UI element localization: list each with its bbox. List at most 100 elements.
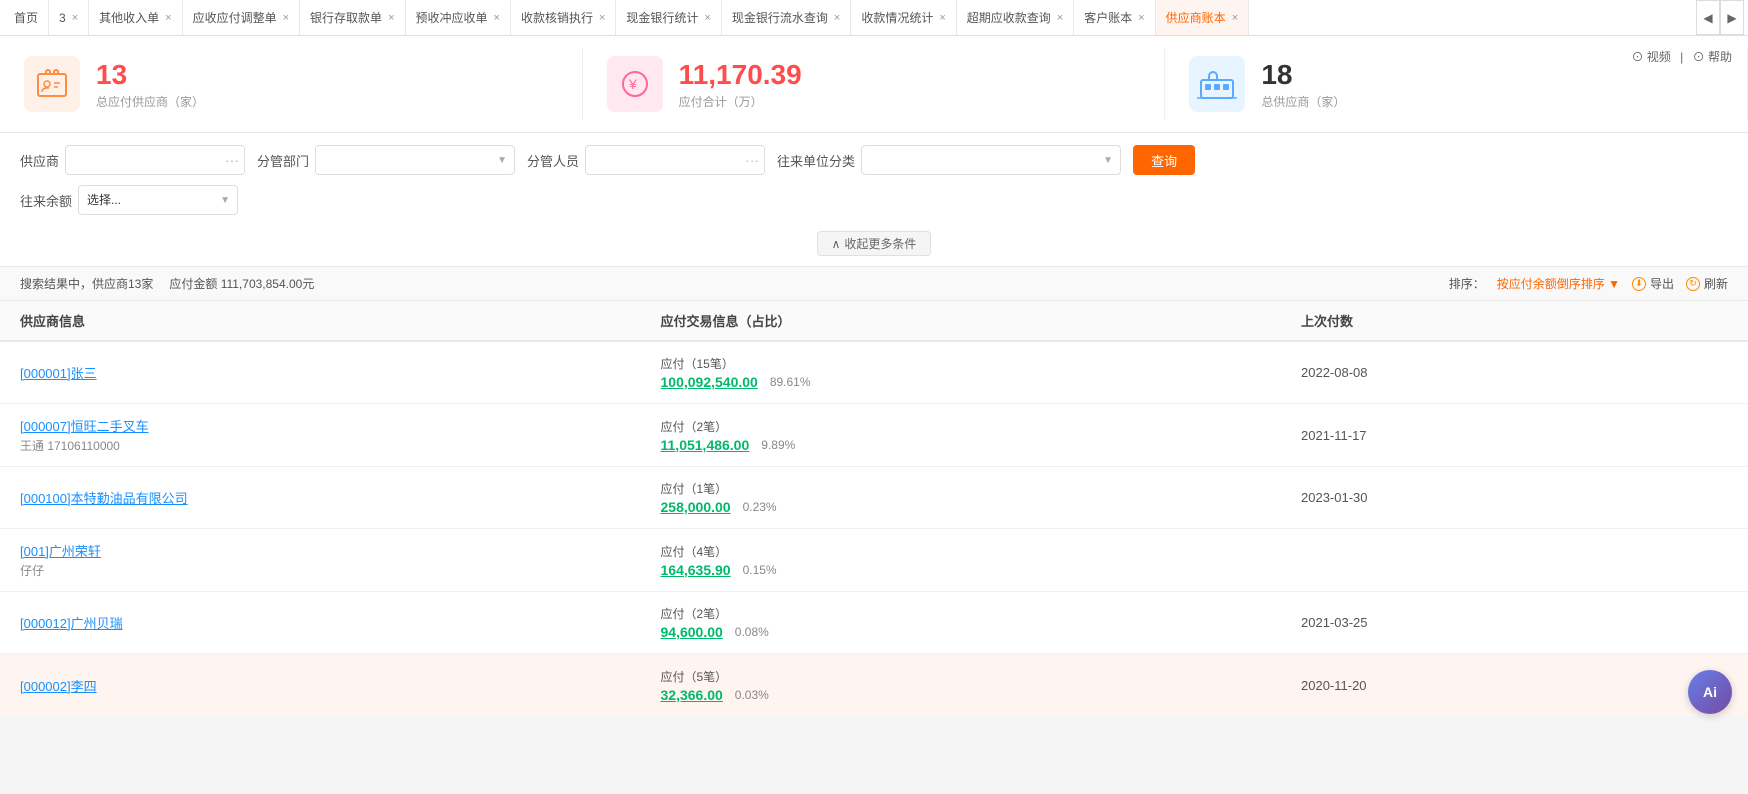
dept-select[interactable]: [315, 145, 515, 175]
tx-label: 应付（5笔）: [661, 668, 1302, 685]
nav-tab-collection[interactable]: 收款核销执行 ×: [511, 0, 616, 35]
balance-select[interactable]: 选择...: [78, 185, 238, 215]
close-icon[interactable]: ×: [1232, 12, 1238, 24]
close-icon[interactable]: ×: [1057, 12, 1063, 24]
export-label: 导出: [1650, 275, 1674, 292]
suppliers-value: 18: [1261, 58, 1345, 92]
table-row: [000100]本特勤油品有限公司 应付（1笔） 258,000.00 0.23…: [0, 467, 1748, 529]
results-actions: 排序： 按应付余额倒序排序 ▼ ⬇ 导出 ↻ 刷新: [1449, 275, 1728, 292]
close-icon[interactable]: ×: [283, 12, 289, 24]
close-icon[interactable]: ×: [834, 12, 840, 24]
close-icon[interactable]: ×: [165, 12, 171, 24]
nav-tab-ar-ap-adjust[interactable]: 应收应付调整单 ×: [183, 0, 300, 35]
tx-row: 164,635.90 0.15%: [661, 562, 1302, 578]
video-link[interactable]: 视频: [1647, 50, 1671, 64]
nav-next-arrow[interactable]: ▶: [1720, 0, 1744, 35]
nav-tab-other-income[interactable]: 其他收入单 ×: [89, 0, 182, 35]
tx-label: 应付（1笔）: [661, 480, 1302, 497]
close-icon[interactable]: ×: [704, 12, 710, 24]
close-icon[interactable]: ×: [388, 12, 394, 24]
refresh-button[interactable]: ↻ 刷新: [1686, 275, 1728, 292]
nav-tab-prepay[interactable]: 预收冲应收单 ×: [406, 0, 511, 35]
transaction-info-cell: 应付（15笔） 100,092,540.00 89.61%: [661, 355, 1302, 390]
filter-section: 供应商 ··· 分管部门 ▼ 分管人员 ··· 往来单位分类: [0, 133, 1748, 267]
results-summary: 搜索结果中，供应商13家 应付金额 111,703,854.00元: [20, 275, 314, 292]
tx-amount[interactable]: 164,635.90: [661, 562, 731, 578]
category-label: 往来单位分类: [777, 151, 855, 170]
svg-text:¥: ¥: [628, 76, 637, 92]
close-icon[interactable]: ×: [1138, 12, 1144, 24]
tx-amount[interactable]: 100,092,540.00: [661, 374, 758, 390]
transaction-info-cell: 应付（2笔） 94,600.00 0.08%: [661, 605, 1302, 640]
last-pay-cell: 2020-11-20: [1301, 678, 1728, 693]
tx-amount[interactable]: 94,600.00: [661, 624, 723, 640]
nav-tab-cash-flow-label: 现金银行流水查询: [732, 9, 828, 26]
chevron-down-icon: ▼: [1608, 277, 1620, 291]
nav-tab-cash-flow[interactable]: 现金银行流水查询 ×: [722, 0, 851, 35]
sort-value: 按应付余额倒序排序: [1497, 277, 1605, 291]
supplier-link[interactable]: [000012]广州贝瑞: [20, 613, 661, 632]
suppliers-label: 总供应商（家）: [1261, 93, 1345, 110]
nav-tab-payment-stats[interactable]: 收款情况统计 ×: [851, 0, 956, 35]
export-button[interactable]: ⬇ 导出: [1632, 275, 1674, 292]
total-value: 11,170.39: [679, 58, 802, 92]
filter-row-2: 往来余额 选择... ▼: [20, 185, 1728, 215]
close-icon[interactable]: ×: [494, 12, 500, 24]
supplier-link[interactable]: [001]广州荣轩: [20, 541, 661, 560]
top-navigation: 首页 3 × 其他收入单 × 应收应付调整单 × 银行存取款单 × 预收冲应收单…: [0, 0, 1748, 36]
tx-label: 应付（15笔）: [661, 355, 1302, 372]
tx-amount[interactable]: 11,051,486.00: [661, 437, 750, 453]
category-select[interactable]: [861, 145, 1121, 175]
results-amount-text: 应付金额 111,703,854.00元: [169, 275, 314, 292]
nav-tab-supplier-ledger[interactable]: 供应商账本 ×: [1156, 0, 1249, 35]
supplier-input[interactable]: [65, 145, 245, 175]
supplier-info-cell: [000012]广州贝瑞: [20, 613, 661, 632]
nav-tab-bank-deposit[interactable]: 银行存取款单 ×: [300, 0, 405, 35]
nav-prev-arrow[interactable]: ◀: [1696, 0, 1720, 35]
nav-tab-overdue[interactable]: 超期应收款查询 ×: [957, 0, 1074, 35]
tx-amount[interactable]: 32,366.00: [661, 687, 723, 703]
supplier-sub: 王通 17106110000: [20, 437, 661, 454]
person-filter-item: 分管人员 ···: [527, 145, 765, 175]
summary-text-payable: 13 总应付供应商（家）: [96, 58, 204, 111]
supplier-link[interactable]: [000007]恒旺二手叉车: [20, 416, 661, 435]
table-row: [000012]广州贝瑞 应付（2笔） 94,600.00 0.08% 2021…: [0, 592, 1748, 654]
total-suppliers-icon: [1189, 56, 1245, 112]
query-button[interactable]: 查询: [1133, 145, 1195, 175]
nav-tab-customer-ledger[interactable]: 客户账本 ×: [1074, 0, 1155, 35]
table-body: [000001]张三 应付（15笔） 100,092,540.00 89.61%…: [0, 342, 1748, 716]
nav-tab-3[interactable]: 3 ×: [49, 0, 89, 35]
supplier-link[interactable]: [000002]李四: [20, 676, 661, 695]
supplier-link[interactable]: [000100]本特勤油品有限公司: [20, 488, 661, 507]
sort-select[interactable]: 按应付余额倒序排序 ▼: [1497, 275, 1620, 292]
tx-percent: 0.08%: [735, 625, 769, 639]
sort-label: 排序：: [1449, 275, 1485, 292]
close-icon[interactable]: ×: [939, 12, 945, 24]
person-label: 分管人员: [527, 151, 579, 170]
table-row: [001]广州荣轩 仔仔 应付（4笔） 164,635.90 0.15%: [0, 529, 1748, 592]
nav-tab-home[interactable]: 首页: [4, 0, 49, 35]
tx-amount[interactable]: 258,000.00: [661, 499, 731, 515]
total-payable-icon: ¥: [607, 56, 663, 112]
ai-assistant-button[interactable]: Ai: [1688, 670, 1732, 714]
supplier-info-cell: [000007]恒旺二手叉车 王通 17106110000: [20, 416, 661, 454]
supplier-link[interactable]: [000001]张三: [20, 363, 661, 382]
header-transaction: 应付交易信息（占比）: [661, 311, 1302, 330]
supplier-filter-item: 供应商 ···: [20, 145, 245, 175]
nav-tab-3-label: 3: [59, 11, 66, 25]
collapse-row: ∧ 收起更多条件: [20, 225, 1728, 258]
transaction-info-cell: 应付（5笔） 32,366.00 0.03%: [661, 668, 1302, 703]
help-link[interactable]: 帮助: [1708, 50, 1732, 64]
nav-tab-payment-stats-label: 收款情况统计: [861, 9, 933, 26]
summary-bar: 13 总应付供应商（家） ¥ 11,170.39 应付合计（万）: [0, 36, 1748, 133]
help-link-icon: ⊙: [1693, 50, 1705, 64]
nav-tab-bank-deposit-label: 银行存取款单: [310, 9, 382, 26]
tx-row: 258,000.00 0.23%: [661, 499, 1302, 515]
close-icon[interactable]: ×: [599, 12, 605, 24]
nav-tab-cash-stats[interactable]: 现金银行统计 ×: [616, 0, 721, 35]
close-icon[interactable]: ×: [72, 12, 78, 24]
tx-percent: 0.15%: [743, 563, 777, 577]
table-row: [000007]恒旺二手叉车 王通 17106110000 应付（2笔） 11,…: [0, 404, 1748, 467]
collapse-button[interactable]: ∧ 收起更多条件: [817, 231, 932, 256]
person-input[interactable]: [585, 145, 765, 175]
